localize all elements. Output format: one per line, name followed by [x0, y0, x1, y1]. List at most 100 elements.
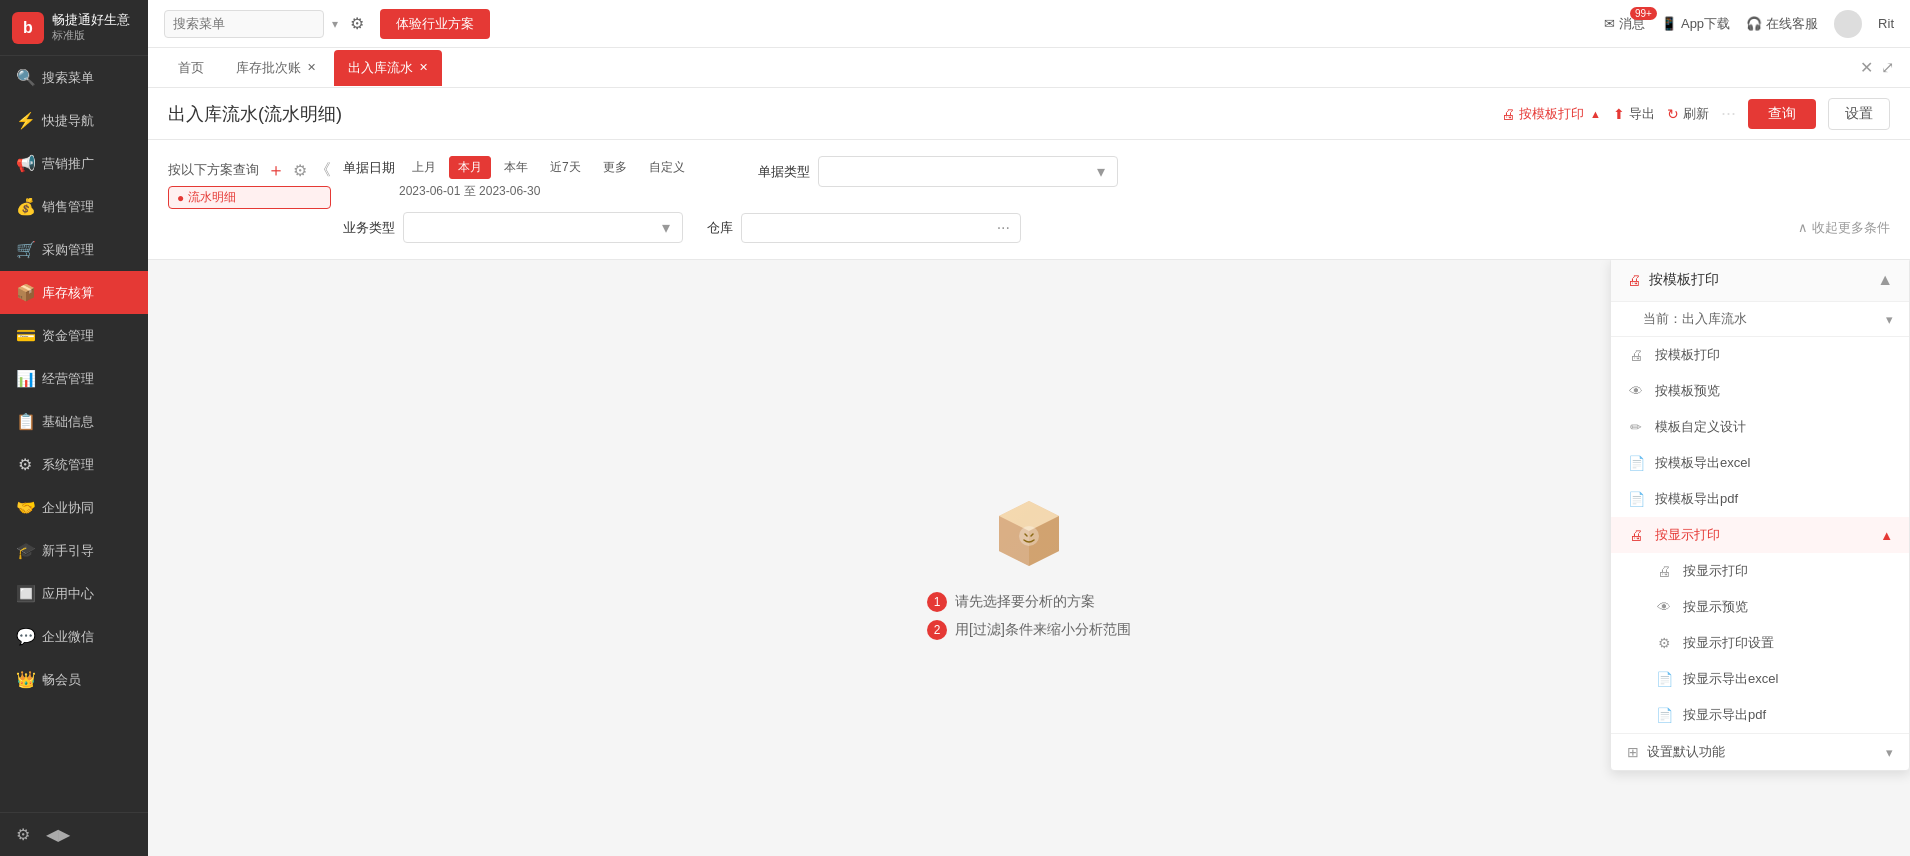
message-badge: 99+: [1630, 7, 1657, 20]
biz-type-select[interactable]: ▾: [403, 212, 683, 243]
display-print-group[interactable]: 🖨 按显示打印 ▲: [1611, 517, 1909, 553]
refresh-button[interactable]: ↻ 刷新: [1667, 105, 1709, 123]
biz-type-filter: 业务类型 ▾: [343, 212, 683, 243]
template-preview-item[interactable]: 👁 按模板预览: [1611, 373, 1909, 409]
tabs-right-actions: ✕ ⤢: [1860, 58, 1894, 77]
date-btn-more[interactable]: 更多: [594, 156, 636, 179]
trial-industry-button[interactable]: 体验行业方案: [380, 9, 490, 39]
filter-row-2: 业务类型 ▾ 仓库 ··· ∧: [343, 212, 1890, 243]
page-header: 出入库流水(流水明细) 🖨 按模板打印 ▲ ⬆ 导出 ↻ 刷新 ··· 查询 设…: [148, 88, 1910, 140]
sidebar-item-label: 企业微信: [42, 628, 94, 646]
export-button[interactable]: ⬆ 导出: [1613, 105, 1655, 123]
date-btn-this-year[interactable]: 本年: [495, 156, 537, 179]
template-print-item[interactable]: 🖨 按模板打印: [1611, 337, 1909, 373]
tab-batch-close[interactable]: ✕: [307, 61, 316, 74]
topbar-gear-icon[interactable]: ⚙: [350, 14, 364, 33]
display-export-excel-item[interactable]: 📄 按显示导出excel: [1611, 661, 1909, 697]
topbar-search-input[interactable]: [164, 10, 324, 38]
sidebar-item-label: 经营管理: [42, 370, 94, 388]
sidebar-item-basic[interactable]: 📋 基础信息: [0, 400, 148, 443]
page-header-right: 🖨 按模板打印 ▲ ⬆ 导出 ↻ 刷新 ··· 查询 设置: [1501, 98, 1890, 130]
date-btn-last-month[interactable]: 上月: [403, 156, 445, 179]
sidebar-item-sales[interactable]: 💰 销售管理: [0, 185, 148, 228]
sidebar-item-app-center[interactable]: 🔲 应用中心: [0, 572, 148, 615]
filter-tag: ● 流水明细: [168, 186, 331, 209]
tab-close-all-icon[interactable]: ✕: [1860, 58, 1873, 77]
header-dots[interactable]: ···: [1721, 103, 1736, 124]
display-print-item[interactable]: 🖨 按显示打印: [1611, 553, 1909, 589]
user-avatar[interactable]: [1834, 10, 1862, 38]
display-preview-icon: 👁: [1655, 599, 1673, 615]
sidebar-item-operations[interactable]: 📊 经营管理: [0, 357, 148, 400]
sidebar-item-quick-nav[interactable]: ⚡ 快捷导航: [0, 99, 148, 142]
display-settings-item[interactable]: ⚙ 按显示打印设置: [1611, 625, 1909, 661]
sidebar-item-marketing[interactable]: 📢 营销推广: [0, 142, 148, 185]
tab-batch-label: 库存批次账: [236, 59, 301, 77]
template-custom-label: 模板自定义设计: [1655, 418, 1746, 436]
tab-bar: 首页 库存批次账 ✕ 出入库流水 ✕ ✕ ⤢: [148, 48, 1910, 88]
template-pdf-icon: 📄: [1627, 491, 1645, 507]
print-current-template[interactable]: 当前：出入库流水 ▾: [1611, 302, 1909, 337]
app-download-button[interactable]: 📱 App下载: [1661, 15, 1730, 33]
refresh-icon: ↻: [1667, 106, 1679, 122]
template-export-excel-item[interactable]: 📄 按模板导出excel: [1611, 445, 1909, 481]
tab-batch[interactable]: 库存批次账 ✕: [222, 50, 330, 86]
sidebar-item-label: 快捷导航: [42, 112, 94, 130]
svg-point-4: [1019, 526, 1039, 546]
set-default-footer[interactable]: ⊞ 设置默认功能 ▾: [1611, 733, 1909, 770]
print-panel-collapse-icon[interactable]: ▲: [1877, 271, 1893, 289]
query-button[interactable]: 查询: [1748, 99, 1816, 129]
filter-settings-icon[interactable]: ⚙: [293, 161, 307, 180]
sidebar-item-system[interactable]: ⚙ 系统管理: [0, 443, 148, 486]
current-template-label: 当前：出入库流水: [1643, 310, 1747, 328]
marketing-icon: 📢: [16, 154, 34, 173]
settings-button[interactable]: 设置: [1828, 98, 1890, 130]
tab-flow[interactable]: 出入库流水 ✕: [334, 50, 442, 86]
sidebar-item-cooperation[interactable]: 🤝 企业协同: [0, 486, 148, 529]
sidebar-item-finance[interactable]: 💳 资金管理: [0, 314, 148, 357]
empty-state: 1 请先选择要分析的方案 2 用[过滤]条件来缩小分析范围: [927, 476, 1131, 640]
topbar-right: ✉ 消息 99+ 📱 App下载 🎧 在线客服 Rit: [1604, 10, 1894, 38]
sidebar-item-guide[interactable]: 🎓 新手引导: [0, 529, 148, 572]
current-template-arrow: ▾: [1886, 312, 1893, 327]
sidebar-item-wechat[interactable]: 💬 企业微信: [0, 615, 148, 658]
date-btn-7days[interactable]: 近7天: [541, 156, 590, 179]
template-custom-item[interactable]: ✏ 模板自定义设计: [1611, 409, 1909, 445]
sales-icon: 💰: [16, 197, 34, 216]
page-title: 出入库流水(流水明细): [168, 102, 342, 126]
brand-version: 标准版: [52, 28, 130, 43]
collapse-button[interactable]: ∧ 收起更多条件: [1798, 219, 1890, 237]
template-preview-icon: 👁: [1627, 383, 1645, 399]
tab-expand-icon[interactable]: ⤢: [1881, 58, 1894, 77]
sidebar-item-member[interactable]: 👑 畅会员: [0, 658, 148, 701]
sidebar-item-inventory[interactable]: 📦 库存核算: [0, 271, 148, 314]
template-export-excel-label: 按模板导出excel: [1655, 454, 1750, 472]
topbar-dropdown-icon[interactable]: ▾: [332, 17, 338, 31]
template-custom-icon: ✏: [1627, 419, 1645, 435]
step-1-label: 请先选择要分析的方案: [955, 593, 1095, 611]
message-button[interactable]: ✉ 消息 99+: [1604, 15, 1645, 33]
set-default-arrow: ▾: [1886, 745, 1893, 760]
quick-nav-icon: ⚡: [16, 111, 34, 130]
template-export-pdf-item[interactable]: 📄 按模板导出pdf: [1611, 481, 1909, 517]
collapse-icon[interactable]: ◀▶: [46, 825, 70, 844]
sidebar-item-search[interactable]: 🔍 搜索菜单: [0, 56, 148, 99]
online-service-button[interactable]: 🎧 在线客服: [1746, 15, 1818, 33]
display-export-pdf-item[interactable]: 📄 按显示导出pdf: [1611, 697, 1909, 733]
date-buttons: 上月 本月 本年 近7天 更多 自定义: [403, 156, 694, 179]
filter-add-icon[interactable]: ＋: [267, 158, 285, 182]
warehouse-select[interactable]: ···: [741, 213, 1021, 243]
sidebar-item-purchase[interactable]: 🛒 采购管理: [0, 228, 148, 271]
doc-type-select[interactable]: ▾: [818, 156, 1118, 187]
display-preview-label: 按显示预览: [1683, 598, 1748, 616]
tab-home[interactable]: 首页: [164, 50, 218, 86]
filter-collapse-icon[interactable]: 《: [315, 160, 331, 181]
display-preview-item[interactable]: 👁 按显示预览: [1611, 589, 1909, 625]
display-printer-icon: 🖨: [1655, 563, 1673, 579]
tab-flow-close[interactable]: ✕: [419, 61, 428, 74]
date-range: 2023-06-01 至 2023-06-30: [343, 183, 694, 200]
date-btn-custom[interactable]: 自定义: [640, 156, 694, 179]
settings-icon[interactable]: ⚙: [16, 825, 30, 844]
print-template-button[interactable]: 🖨 按模板打印 ▲: [1501, 105, 1601, 123]
date-btn-this-month[interactable]: 本月: [449, 156, 491, 179]
